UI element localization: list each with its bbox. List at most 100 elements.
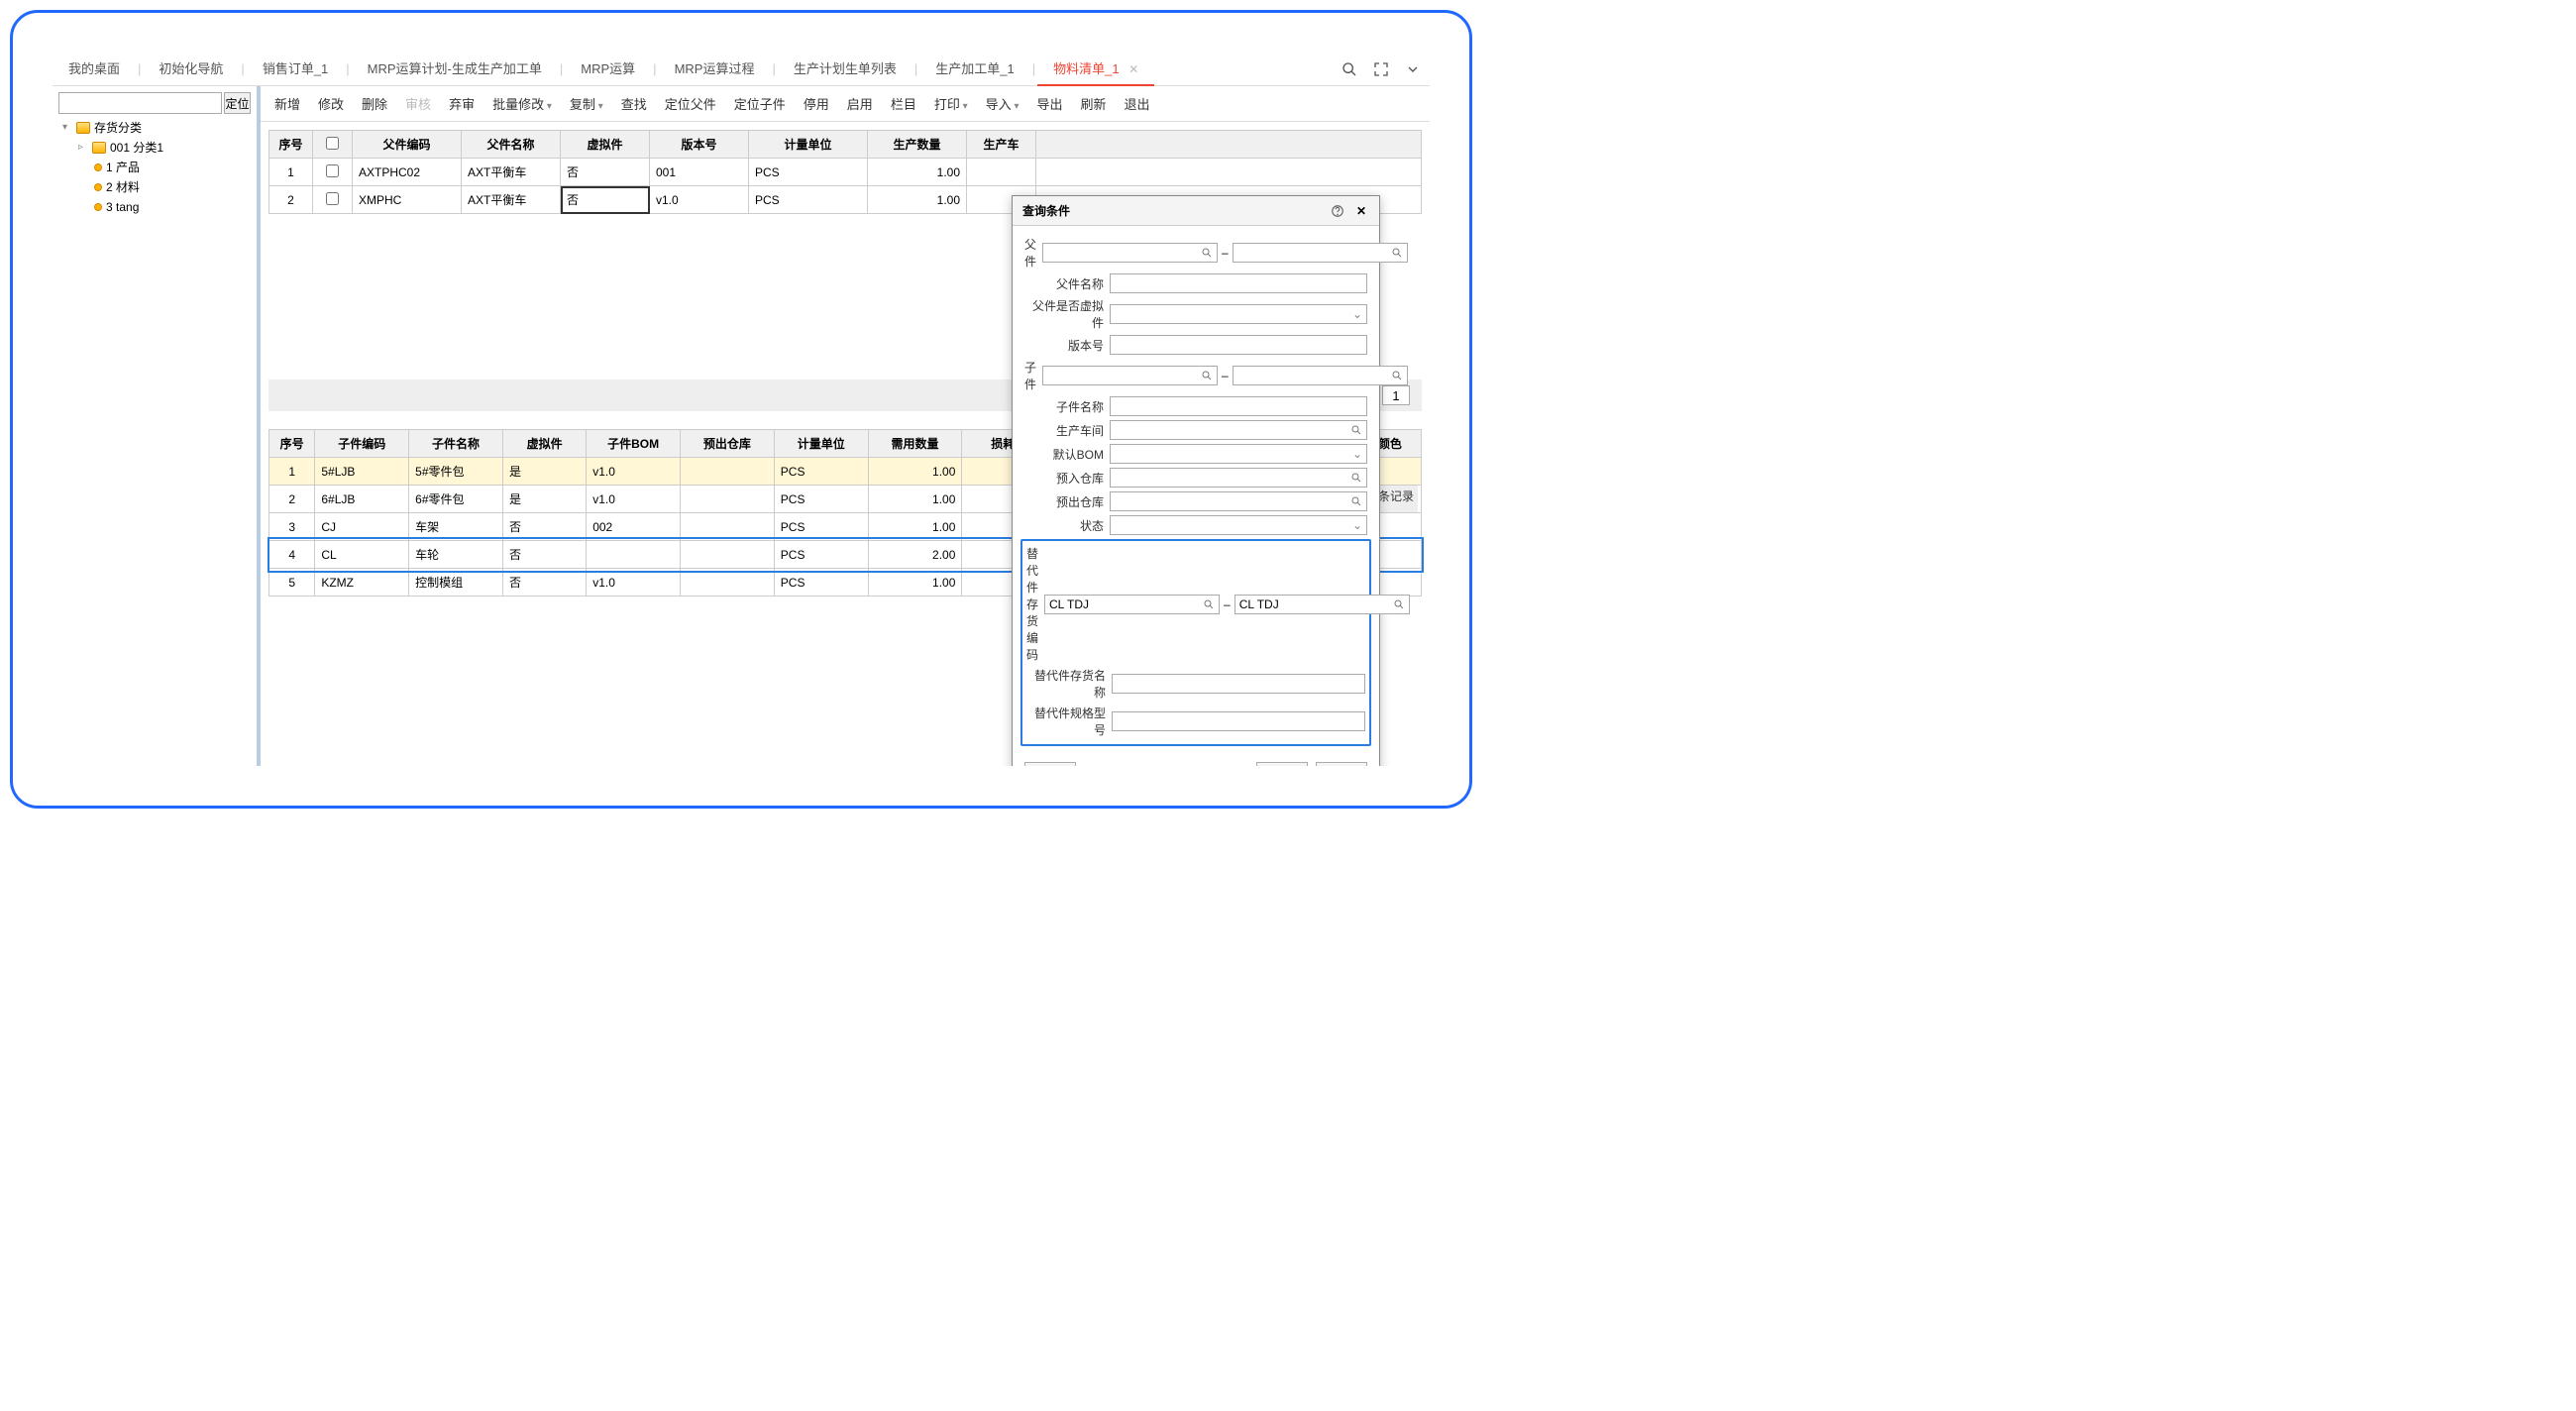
expand-icon[interactable]: ▹ — [78, 138, 88, 158]
cell-wh[interactable] — [681, 513, 775, 541]
dialog-title-bar[interactable]: 查询条件 ✕ — [1013, 196, 1379, 226]
lookup-icon[interactable] — [1393, 598, 1405, 610]
cell-wh[interactable] — [681, 541, 775, 569]
cell-unit[interactable]: PCS — [774, 541, 868, 569]
lookup-icon[interactable] — [1201, 247, 1213, 259]
search-icon[interactable] — [1341, 60, 1358, 78]
cell-wh[interactable] — [681, 569, 775, 597]
cell-qty[interactable]: 1.00 — [868, 159, 967, 186]
close-icon[interactable]: ✕ — [1128, 62, 1138, 76]
page-size-input[interactable] — [1382, 385, 1410, 405]
cell-need[interactable]: 1.00 — [868, 486, 962, 513]
tab-mrp-plan[interactable]: MRP运算计划-生成生产加工单 — [352, 53, 558, 86]
locate-child-button[interactable]: 定位子件 — [734, 94, 786, 113]
tree-node-001[interactable]: ▹ 001 分类1 — [58, 138, 251, 158]
cell-bom[interactable] — [587, 541, 681, 569]
col-ws[interactable]: 生产车 — [967, 131, 1036, 159]
col-name[interactable]: 父件名称 — [462, 131, 561, 159]
cell-ver[interactable]: v1.0 — [650, 186, 749, 214]
row-checkbox[interactable] — [326, 164, 339, 177]
col-unit[interactable]: 计量单位 — [749, 131, 868, 159]
col-unit[interactable]: 计量单位 — [774, 430, 868, 458]
abandon-button[interactable]: 弃审 — [449, 94, 475, 113]
cell-name[interactable]: AXT平衡车 — [462, 186, 561, 214]
col-ver[interactable]: 版本号 — [650, 131, 749, 159]
import-button[interactable]: 导入 — [986, 94, 1020, 113]
ok-button[interactable]: 确定 — [1256, 762, 1308, 766]
tab-init-nav[interactable]: 初始化导航 — [143, 53, 239, 86]
cell-bom[interactable]: v1.0 — [587, 486, 681, 513]
row-checkbox[interactable] — [326, 192, 339, 205]
col-seq[interactable]: 序号 — [269, 430, 315, 458]
tab-prod-order[interactable]: 生产加工单_1 — [919, 53, 1029, 86]
cell-unit[interactable]: PCS — [774, 513, 868, 541]
cell-virtual[interactable]: 否 — [502, 513, 586, 541]
cell-code[interactable]: 5#LJB — [315, 458, 409, 486]
cell-unit[interactable]: PCS — [749, 186, 868, 214]
ver-input[interactable] — [1110, 335, 1367, 355]
col-qty[interactable]: 生产数量 — [868, 131, 967, 159]
wh-out-input[interactable] — [1110, 491, 1367, 511]
cell-check[interactable] — [313, 159, 353, 186]
cell-code[interactable]: XMPHC — [353, 186, 462, 214]
edit-button[interactable]: 修改 — [318, 94, 344, 113]
close-icon[interactable]: ✕ — [1353, 203, 1369, 219]
cell-wh[interactable] — [681, 486, 775, 513]
tree-root[interactable]: ▾ 存货分类 — [58, 118, 251, 138]
locate-parent-button[interactable]: 定位父件 — [665, 94, 716, 113]
columns-button[interactable]: 栏目 — [891, 94, 916, 113]
cell-qty[interactable]: 1.00 — [868, 186, 967, 214]
tab-mrp-calc[interactable]: MRP运算 — [565, 53, 651, 86]
parent-name-input[interactable] — [1110, 273, 1367, 293]
cell-need[interactable]: 1.00 — [868, 513, 962, 541]
cell-virtual[interactable]: 否 — [502, 541, 586, 569]
child-name-input[interactable] — [1110, 396, 1367, 416]
lookup-icon[interactable] — [1350, 424, 1362, 436]
wh-in-input[interactable] — [1110, 468, 1367, 488]
cell-code[interactable]: KZMZ — [315, 569, 409, 597]
help-icon[interactable] — [1330, 203, 1345, 219]
sub-code-to-input[interactable] — [1234, 595, 1410, 614]
table-row[interactable]: 1 AXTPHC02 AXT平衡车 否 001 PCS 1.00 — [269, 159, 1422, 186]
cell-bom[interactable]: v1.0 — [587, 458, 681, 486]
sub-name-input[interactable] — [1112, 674, 1365, 694]
cell-virtual[interactable]: 否 — [561, 159, 650, 186]
child-to-input[interactable] — [1233, 366, 1408, 385]
ws-input[interactable] — [1110, 420, 1367, 440]
tab-bom-active[interactable]: 物料清单_1 ✕ — [1037, 53, 1154, 86]
tab-mrp-process[interactable]: MRP运算过程 — [659, 53, 771, 86]
filter-button[interactable]: 滤设 — [1024, 762, 1076, 766]
cancel-button[interactable]: 取消 — [1316, 762, 1367, 766]
print-button[interactable]: 打印 — [934, 94, 968, 113]
lookup-icon[interactable] — [1350, 472, 1362, 484]
cell-need[interactable]: 2.00 — [868, 541, 962, 569]
cell-name[interactable]: 6#零件包 — [409, 486, 503, 513]
col-seq[interactable]: 序号 — [269, 131, 313, 159]
col-wh[interactable]: 预出仓库 — [681, 430, 775, 458]
audit-button[interactable]: 审核 — [405, 94, 431, 113]
sub-spec-input[interactable] — [1112, 711, 1365, 731]
col-code[interactable]: 子件编码 — [315, 430, 409, 458]
cell-unit[interactable]: PCS — [774, 458, 868, 486]
tree-node-3[interactable]: 3 tang — [58, 197, 251, 217]
parent-from-input[interactable] — [1042, 243, 1218, 263]
col-check[interactable] — [313, 131, 353, 159]
cell-unit[interactable]: PCS — [774, 486, 868, 513]
lookup-icon[interactable] — [1391, 370, 1403, 381]
cell-need[interactable]: 1.00 — [868, 458, 962, 486]
cell-ver[interactable]: 001 — [650, 159, 749, 186]
sub-code-from-input[interactable] — [1044, 595, 1220, 614]
cell-code[interactable]: 6#LJB — [315, 486, 409, 513]
tree-node-2[interactable]: 2 材料 — [58, 177, 251, 197]
cell-name[interactable]: 车架 — [409, 513, 503, 541]
lookup-icon[interactable] — [1391, 247, 1403, 259]
cell-virtual-editing[interactable]: 否 — [561, 186, 650, 214]
lookup-icon[interactable] — [1201, 370, 1213, 381]
refresh-button[interactable]: 刷新 — [1081, 94, 1107, 113]
exit-button[interactable]: 退出 — [1125, 94, 1150, 113]
export-button[interactable]: 导出 — [1036, 94, 1062, 113]
col-virtual[interactable]: 虚拟件 — [561, 131, 650, 159]
disable-button[interactable]: 停用 — [804, 94, 829, 113]
cell-name[interactable]: AXT平衡车 — [462, 159, 561, 186]
lookup-icon[interactable] — [1350, 495, 1362, 507]
